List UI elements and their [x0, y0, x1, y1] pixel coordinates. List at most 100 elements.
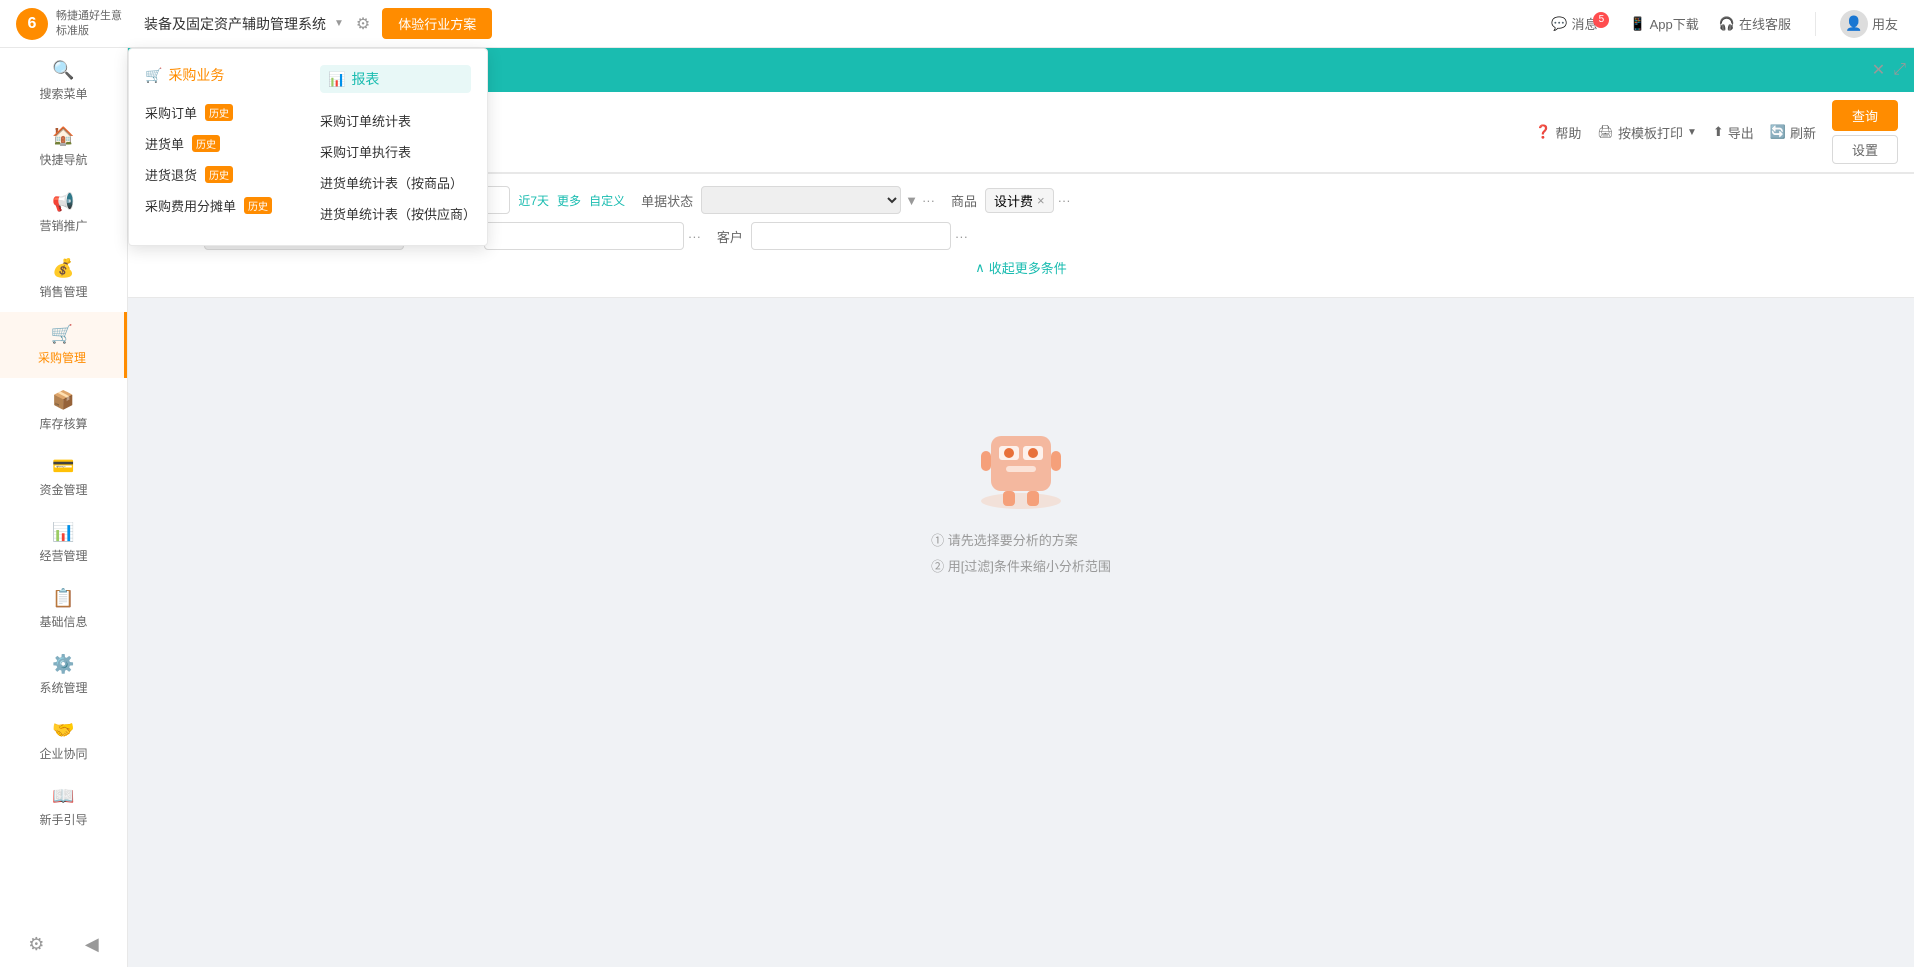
menu-columns: 🛒 采购业务 采购订单 历史 进货单 历史 进货退货 历史 采购费用分摊单	[145, 65, 471, 229]
operations-icon: 📊	[52, 522, 74, 543]
notification-item[interactable]: 💬 消息 5	[1551, 14, 1609, 33]
empty-text: ① 请先选择要分析的方案 ② 用[过滤]条件来缩小分析范围	[931, 528, 1111, 580]
settings-btn[interactable]: 设置	[1832, 135, 1898, 164]
purchase-icon: 🛒	[51, 324, 73, 345]
system-icon: ⚙️	[52, 654, 74, 675]
sidebar-item-quick-nav[interactable]: 🏠 快捷导航	[0, 114, 127, 180]
sidebar-item-search[interactable]: 🔍 搜索菜单	[0, 48, 127, 114]
customer-more-icon[interactable]: ···	[955, 229, 968, 244]
headset-icon: 🎧	[1719, 16, 1735, 32]
marketing-icon: 📢	[52, 192, 74, 213]
logo-area: 6 畅捷通好生意 标准版	[16, 8, 144, 40]
purchase-business-col: 🛒 采购业务 采购订单 历史 进货单 历史 进货退货 历史 采购费用分摊单	[145, 65, 296, 229]
menu-item-stock-in[interactable]: 进货单 历史	[145, 128, 296, 159]
query-btn[interactable]: 查询	[1832, 100, 1898, 131]
sidebar-item-system[interactable]: ⚙️ 系统管理	[0, 642, 127, 708]
help-btn[interactable]: ❓ 帮助	[1535, 123, 1581, 142]
goods-filter: 商品 设计费 × ···	[951, 188, 1071, 213]
system-name: 装备及固定资产辅助管理系统	[144, 14, 326, 34]
enterprise-icon: 🤝	[52, 720, 74, 741]
sidebar-item-marketing[interactable]: 📢 营销推广	[0, 180, 127, 246]
menu-item-stock-return[interactable]: 进货退货 历史	[145, 159, 296, 190]
report-col-icon: 📊	[328, 71, 345, 88]
salesperson-more-icon[interactable]: ···	[688, 229, 701, 244]
goods-more-icon[interactable]: ···	[1058, 193, 1071, 208]
window-maximize-btn[interactable]: ⤢	[1893, 61, 1906, 79]
sidebar-item-purchase[interactable]: 🛒 采购管理	[0, 312, 127, 378]
shortcut-custom[interactable]: 自定义	[589, 192, 625, 209]
menu-item-report-1[interactable]: 采购订单执行表	[320, 136, 471, 167]
topbar-divider	[1815, 12, 1816, 36]
menu-item-purchase-expense[interactable]: 采购费用分摊单 历史	[145, 190, 296, 221]
menu-item-report-3[interactable]: 进货单统计表（按供应商）	[320, 198, 471, 229]
purchase-dropdown-menu: 🛒 采购业务 采购订单 历史 进货单 历史 进货退货 历史 采购费用分摊单	[128, 48, 488, 246]
print-dropdown-icon[interactable]: ▼	[1687, 127, 1697, 138]
sidebar-item-operations[interactable]: 📊 经营管理	[0, 510, 127, 576]
window-controls: ✕ ⤢	[1872, 60, 1906, 80]
refresh-icon: 🔄	[1770, 124, 1786, 140]
sidebar-collapse-icon[interactable]: ◀	[85, 934, 99, 955]
sidebar-item-inventory[interactable]: 📦 库存核算	[0, 378, 127, 444]
date-shortcuts: 近7天 更多 自定义	[518, 192, 625, 209]
user-item[interactable]: 👤 用友	[1840, 10, 1898, 38]
system-settings-icon[interactable]: ⚙	[356, 14, 370, 34]
purchase-col-title: 🛒 采购业务	[145, 65, 296, 85]
export-icon: ⬆	[1713, 124, 1724, 140]
basic-info-icon: 📋	[52, 588, 74, 609]
logo-icon: 6	[16, 8, 48, 40]
collapse-btn[interactable]: ∧ 收起更多条件	[975, 258, 1067, 277]
sidebar-settings-icon[interactable]: ⚙	[28, 934, 44, 955]
report-col: 📊 报表 采购订单统计表 采购订单执行表 进货单统计表（按商品） 进货单统计表（…	[320, 65, 471, 229]
export-btn[interactable]: ⬆ 导出	[1713, 123, 1754, 142]
system-name-area: 装备及固定资产辅助管理系统 ▼ ⚙	[144, 14, 370, 34]
doc-status-filter: 单据状态 ▼ ···	[641, 186, 935, 214]
history-badge-1: 历史	[192, 135, 220, 152]
print-icon: 🖨	[1597, 124, 1614, 140]
print-btn[interactable]: 🖨 按模板打印 ▼	[1597, 123, 1696, 142]
inventory-icon: 📦	[52, 390, 74, 411]
sidebar-item-basic-info[interactable]: 📋 基础信息	[0, 576, 127, 642]
doc-status-select[interactable]	[701, 186, 901, 214]
phone-icon: 📱	[1629, 16, 1645, 32]
system-dropdown-arrow[interactable]: ▼	[334, 18, 344, 29]
salesperson-input[interactable]	[484, 222, 684, 250]
history-badge-0: 历史	[205, 104, 233, 121]
window-close-btn[interactable]: ✕	[1872, 60, 1885, 80]
customer-filter: 客户 ···	[717, 222, 968, 250]
menu-item-purchase-order[interactable]: 采购订单 历史	[145, 97, 296, 128]
app-download-item[interactable]: 📱 App下载	[1629, 14, 1698, 33]
user-avatar: 👤	[1840, 10, 1868, 38]
help-icon: ❓	[1535, 124, 1551, 140]
shortcut-7days[interactable]: 近7天	[518, 192, 549, 209]
history-badge-2: 历史	[205, 166, 233, 183]
sales-icon: 💰	[52, 258, 74, 279]
goods-tag-close[interactable]: ×	[1037, 193, 1045, 208]
sidebar-item-newbie[interactable]: 📖 新手引导	[0, 774, 127, 840]
shortcut-more[interactable]: 更多	[557, 192, 581, 209]
search-icon: 🔍	[52, 60, 74, 81]
content-body: ① 请先选择要分析的方案 ② 用[过滤]条件来缩小分析范围	[128, 298, 1914, 967]
sidebar-item-finance[interactable]: 💳 资金管理	[0, 444, 127, 510]
doc-status-more-icon[interactable]: ···	[922, 193, 935, 208]
doc-status-dropdown-icon: ▼	[905, 193, 918, 208]
logo-text: 畅捷通好生意 标准版	[56, 9, 122, 38]
home-icon: 🏠	[52, 126, 74, 147]
sidebar: 🔍 搜索菜单 🏠 快捷导航 📢 营销推广 💰 销售管理 🛒 采购管理 📦	[0, 48, 128, 967]
empty-state: ① 请先选择要分析的方案 ② 用[过滤]条件来缩小分析范围	[128, 298, 1914, 698]
customer-input[interactable]	[751, 222, 951, 250]
goods-tag: 设计费 ×	[985, 188, 1054, 213]
notification-badge: 5	[1593, 12, 1609, 28]
finance-icon: 💳	[52, 456, 74, 477]
history-badge-3: 历史	[244, 197, 272, 214]
top-right-area: 💬 消息 5 📱 App下载 🎧 在线客服 👤 用友	[1551, 10, 1898, 38]
purchase-col-icon: 🛒	[145, 67, 162, 84]
sidebar-item-enterprise[interactable]: 🤝 企业协同	[0, 708, 127, 774]
refresh-btn[interactable]: 🔄 刷新	[1770, 123, 1816, 142]
industry-btn[interactable]: 体验行业方案	[382, 8, 492, 39]
menu-item-report-2[interactable]: 进货单统计表（按商品）	[320, 167, 471, 198]
menu-item-report-0[interactable]: 采购订单统计表	[320, 105, 471, 136]
sidebar-item-sales[interactable]: 💰 销售管理	[0, 246, 127, 312]
newbie-icon: 📖	[52, 786, 74, 807]
sidebar-bottom: ⚙ ◀	[0, 922, 127, 967]
online-service-item[interactable]: 🎧 在线客服	[1719, 14, 1791, 33]
